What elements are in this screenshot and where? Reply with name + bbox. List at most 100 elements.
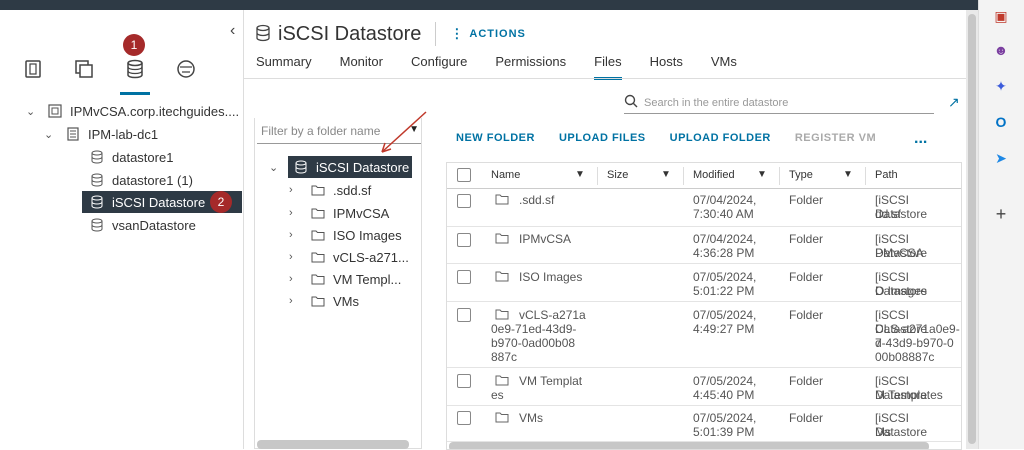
table-row[interactable]: vCLS-a271a 0e9-71ed-43d9- b970-0ad00b08 … bbox=[447, 302, 961, 368]
filter-icon[interactable]: ▼ bbox=[757, 169, 767, 180]
folder-tree-item[interactable]: › .sdd.sf bbox=[289, 179, 371, 201]
folder-tree-item[interactable]: › ISO Images bbox=[289, 224, 402, 246]
tree-item-datacenter[interactable]: ⌄ IPM-lab-dc1 bbox=[44, 123, 158, 145]
file-name[interactable]: vCLS-a271a bbox=[519, 308, 586, 322]
actions-button[interactable]: ACTIONS bbox=[469, 28, 526, 40]
file-name[interactable]: VM Templat bbox=[519, 374, 582, 388]
folder-icon bbox=[495, 193, 509, 208]
add-icon[interactable]: + bbox=[991, 204, 1011, 224]
file-name[interactable]: es bbox=[491, 388, 504, 402]
chevron-right-icon[interactable]: › bbox=[289, 207, 303, 219]
row-checkbox[interactable] bbox=[457, 374, 471, 388]
outlook-icon[interactable]: O bbox=[991, 112, 1011, 132]
tab-vms[interactable]: VMs bbox=[711, 54, 737, 80]
chevron-down-icon[interactable]: ⌄ bbox=[44, 128, 58, 141]
table-row[interactable]: ISO Images 07/05/2024, 5:01:22 PM Folder… bbox=[447, 264, 961, 302]
file-name[interactable]: IPMvCSA bbox=[519, 232, 571, 246]
vertical-scrollbar[interactable] bbox=[966, 10, 978, 449]
col-path[interactable]: Path bbox=[875, 169, 898, 181]
tab-permissions[interactable]: Permissions bbox=[495, 54, 566, 80]
table-row[interactable]: VM Templat es 07/05/2024, 4:45:40 PM Fol… bbox=[447, 368, 961, 406]
file-name[interactable]: ISO Images bbox=[519, 270, 582, 284]
chevron-down-icon[interactable]: ⌄ bbox=[26, 105, 40, 118]
actions-menu-icon[interactable]: ⋮ bbox=[450, 26, 463, 42]
register-vm-button[interactable]: REGISTER VM bbox=[795, 132, 876, 144]
tree-item-vsandatastore[interactable]: vsanDatastore bbox=[88, 214, 196, 236]
new-folder-button[interactable]: NEW FOLDER bbox=[456, 132, 535, 144]
datastore-icon bbox=[88, 217, 106, 233]
modified-date: 07/05/2024, bbox=[693, 270, 757, 284]
table-row[interactable]: VMs 07/05/2024, 5:01:39 PM Folder [iSCSI… bbox=[447, 406, 961, 442]
folder-tree-item[interactable]: › VM Templ... bbox=[289, 268, 401, 290]
tree-item-datastore1-1[interactable]: datastore1 (1) bbox=[88, 169, 193, 191]
tab-summary[interactable]: Summary bbox=[256, 54, 312, 80]
col-name[interactable]: Name bbox=[491, 169, 520, 181]
folder-label: .sdd.sf bbox=[333, 182, 372, 198]
file-type: Folder bbox=[789, 308, 824, 322]
tree-item-label: vsanDatastore bbox=[112, 217, 196, 233]
upload-files-button[interactable]: UPLOAD FILES bbox=[559, 132, 646, 144]
col-type[interactable]: Type bbox=[789, 169, 813, 181]
scrollbar-thumb[interactable] bbox=[968, 14, 976, 444]
folder-tree-item[interactable]: › VMs bbox=[289, 290, 359, 312]
hosts-clusters-icon[interactable] bbox=[22, 58, 44, 80]
column-divider bbox=[683, 167, 684, 185]
chevron-right-icon[interactable]: › bbox=[289, 184, 303, 196]
folder-tree-root-label[interactable]: iSCSI Datastore bbox=[288, 156, 412, 178]
vms-templates-icon[interactable] bbox=[73, 58, 95, 80]
tab-monitor[interactable]: Monitor bbox=[340, 54, 383, 80]
row-checkbox[interactable] bbox=[457, 270, 471, 284]
folder-tree-item[interactable]: › vCLS-a271... bbox=[289, 246, 409, 268]
top-header-bar bbox=[0, 0, 1024, 10]
datastore-search-input[interactable]: Search in the entire datastore bbox=[624, 92, 934, 114]
external-link-icon[interactable]: ↗ bbox=[948, 94, 960, 111]
more-actions-button[interactable]: ... bbox=[914, 130, 927, 148]
file-name[interactable]: 0e9-71ed-43d9- bbox=[491, 322, 576, 336]
select-all-checkbox[interactable] bbox=[457, 168, 471, 182]
filter-icon[interactable]: ▼ bbox=[575, 169, 585, 180]
table-row[interactable]: .sdd.sf 07/04/2024, 7:30:40 AM Folder [i… bbox=[447, 189, 961, 227]
filter-icon[interactable]: ▼ bbox=[661, 169, 671, 180]
storage-icon[interactable] bbox=[124, 58, 146, 80]
tab-files[interactable]: Files bbox=[594, 54, 622, 80]
chevron-right-icon[interactable]: › bbox=[289, 229, 303, 241]
networking-icon[interactable] bbox=[175, 58, 197, 80]
folder-label: VM Templ... bbox=[333, 271, 402, 287]
collapse-panel-icon[interactable]: ‹ bbox=[230, 22, 235, 40]
horizontal-scrollbar[interactable] bbox=[257, 440, 409, 449]
send-icon[interactable]: ➤ bbox=[991, 148, 1011, 168]
file-path: d-43d9-b970-0 bbox=[875, 336, 954, 350]
chevron-right-icon[interactable]: › bbox=[289, 273, 303, 285]
column-divider bbox=[597, 167, 598, 185]
tree-item-datastore1[interactable]: datastore1 bbox=[88, 146, 173, 168]
main-content: iSCSI Datastore ⋮ ACTIONS Summary Monito… bbox=[244, 10, 966, 450]
people-icon[interactable]: ☻ bbox=[991, 40, 1011, 60]
chevron-right-icon[interactable]: › bbox=[289, 251, 303, 263]
tree-item-vcenter[interactable]: ⌄ IPMvCSA.corp.itechguides.... bbox=[26, 100, 239, 122]
row-checkbox[interactable] bbox=[457, 194, 471, 208]
file-name[interactable]: VMs bbox=[519, 411, 543, 425]
file-name[interactable]: .sdd.sf bbox=[519, 193, 554, 207]
upload-folder-button[interactable]: UPLOAD FOLDER bbox=[670, 132, 771, 144]
tab-configure[interactable]: Configure bbox=[411, 54, 467, 80]
table-row[interactable]: IPMvCSA 07/04/2024, 4:36:28 PM Folder [i… bbox=[447, 227, 961, 264]
col-modified[interactable]: Modified bbox=[693, 169, 735, 181]
folder-root-label: iSCSI Datastore bbox=[316, 159, 410, 175]
folder-tree-root[interactable]: ⌄ bbox=[269, 156, 283, 178]
chevron-down-icon[interactable]: ⌄ bbox=[269, 161, 283, 174]
col-size[interactable]: Size bbox=[607, 169, 628, 181]
briefcase-icon[interactable]: ▣ bbox=[991, 6, 1011, 26]
file-name[interactable]: 887c bbox=[491, 350, 517, 364]
row-checkbox[interactable] bbox=[457, 411, 471, 425]
filter-icon[interactable]: ▼ bbox=[843, 169, 853, 180]
copilot-icon[interactable]: ✦ bbox=[991, 76, 1011, 96]
folder-tree-item[interactable]: › IPMvCSA bbox=[289, 202, 389, 224]
file-type: Folder bbox=[789, 411, 824, 425]
search-placeholder: Search in the entire datastore bbox=[644, 96, 789, 109]
row-checkbox[interactable] bbox=[457, 308, 471, 322]
tab-hosts[interactable]: Hosts bbox=[650, 54, 683, 80]
row-checkbox[interactable] bbox=[457, 233, 471, 247]
datastore-icon bbox=[256, 24, 270, 45]
file-name[interactable]: b970-0ad00b08 bbox=[491, 336, 575, 350]
chevron-right-icon[interactable]: › bbox=[289, 295, 303, 307]
